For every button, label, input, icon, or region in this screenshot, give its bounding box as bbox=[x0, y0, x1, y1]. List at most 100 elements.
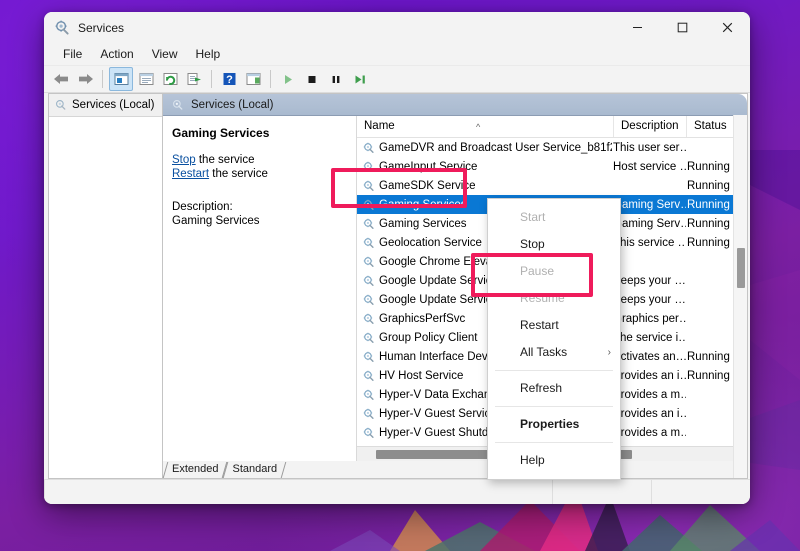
show-hide-action-pane-button[interactable] bbox=[242, 68, 264, 90]
service-name-label: Gaming Services bbox=[379, 218, 467, 230]
submenu-chevron-icon: › bbox=[608, 339, 611, 366]
context-menu-item-label: Refresh bbox=[520, 381, 562, 395]
cell-description: Graphics per… bbox=[612, 313, 686, 325]
cell-description: Provides an i… bbox=[612, 370, 686, 382]
service-gear-icon bbox=[363, 161, 375, 173]
status-bar-main-segment bbox=[44, 480, 552, 504]
service-gear-icon bbox=[363, 427, 375, 439]
detail-gap bbox=[172, 182, 347, 201]
vertical-scrollbar-thumb[interactable] bbox=[737, 248, 745, 288]
menu-help[interactable]: Help bbox=[187, 45, 230, 63]
window-title: Services bbox=[78, 21, 124, 35]
menu-bar: File Action View Help bbox=[44, 43, 750, 66]
detail-description-text: Gaming Services bbox=[172, 215, 347, 227]
service-gear-icon bbox=[363, 351, 375, 363]
context-menu-item-label: Start bbox=[520, 210, 545, 224]
minimize-button[interactable] bbox=[615, 12, 660, 43]
table-row[interactable]: GameSDK ServiceRunning bbox=[357, 176, 747, 195]
result-pane-header-label: Services (Local) bbox=[191, 99, 273, 111]
context-menu-item-pause: Pause bbox=[488, 258, 620, 285]
forward-arrow-icon bbox=[77, 72, 94, 86]
context-menu-item-stop[interactable]: Stop bbox=[488, 231, 620, 258]
back-button[interactable] bbox=[50, 68, 72, 90]
menu-action[interactable]: Action bbox=[91, 45, 142, 63]
maximize-button[interactable] bbox=[660, 12, 705, 43]
table-row[interactable]: GameInput ServiceHost service …Running bbox=[357, 157, 747, 176]
service-gear-icon bbox=[363, 180, 375, 192]
context-menu-item-start: Start bbox=[488, 204, 620, 231]
tab-extended[interactable]: Extended bbox=[165, 461, 225, 478]
context-menu-item-all-tasks[interactable]: All Tasks › bbox=[488, 339, 620, 366]
help-button[interactable]: ? bbox=[218, 68, 240, 90]
column-header-row: Name ^ Description Status bbox=[357, 116, 747, 138]
services-window: Services File Action View Help bbox=[44, 12, 750, 504]
status-bar-segment-3 bbox=[651, 480, 750, 504]
tree-root-item[interactable]: Services (Local) bbox=[49, 94, 162, 117]
service-gear-icon bbox=[363, 294, 375, 306]
service-gear-icon bbox=[363, 218, 375, 230]
table-row[interactable]: GameDVR and Broadcast User Service_b81f2… bbox=[357, 138, 747, 157]
action-pane-icon bbox=[246, 72, 261, 86]
column-header-name-label: Name bbox=[364, 120, 395, 132]
properties-icon bbox=[139, 72, 154, 86]
service-name-label: Google Chrome Elevat bbox=[379, 256, 495, 268]
menu-view[interactable]: View bbox=[143, 45, 187, 63]
cell-description: Provides a m… bbox=[612, 389, 686, 401]
context-menu-item-label: All Tasks bbox=[520, 345, 567, 359]
refresh-button[interactable] bbox=[159, 68, 181, 90]
context-menu-item-label: Resume bbox=[520, 291, 565, 305]
column-header-name[interactable]: Name ^ bbox=[357, 116, 614, 137]
context-menu-item-label: Help bbox=[520, 453, 545, 467]
service-name-label: Hyper-V Guest Shutdo bbox=[379, 427, 495, 439]
cell-description: This service … bbox=[612, 237, 686, 249]
vertical-scrollbar[interactable] bbox=[733, 115, 747, 478]
restart-service-button[interactable] bbox=[349, 68, 371, 90]
service-gear-icon bbox=[363, 408, 375, 420]
export-list-button[interactable] bbox=[183, 68, 205, 90]
service-name-label: Geolocation Service bbox=[379, 237, 482, 249]
services-gear-icon-header bbox=[172, 99, 184, 111]
stop-service-link[interactable]: Stop bbox=[172, 154, 196, 166]
forward-button[interactable] bbox=[74, 68, 96, 90]
cell-service-name: GameSDK Service bbox=[357, 180, 612, 192]
context-menu-item-resume: Resume bbox=[488, 285, 620, 312]
detail-restart-line: Restart the service bbox=[172, 168, 347, 180]
show-hide-console-tree-button[interactable] bbox=[109, 67, 133, 91]
menu-file[interactable]: File bbox=[54, 45, 91, 63]
pause-service-button[interactable] bbox=[325, 68, 347, 90]
context-menu-item-restart[interactable]: Restart bbox=[488, 312, 620, 339]
cell-description: Activates an… bbox=[612, 351, 686, 363]
service-name-label: Group Policy Client bbox=[379, 332, 477, 344]
restart-service-suffix: the service bbox=[209, 168, 268, 180]
service-gear-icon bbox=[363, 256, 375, 268]
back-arrow-icon bbox=[53, 72, 70, 86]
column-header-description[interactable]: Description bbox=[614, 116, 687, 137]
status-bar-segment-2 bbox=[552, 480, 651, 504]
toolbar-separator-3 bbox=[270, 70, 271, 88]
context-menu-item-help[interactable]: Help bbox=[488, 447, 620, 474]
minimize-icon bbox=[632, 22, 643, 33]
context-menu-item-label: Stop bbox=[520, 237, 545, 251]
start-service-button[interactable] bbox=[277, 68, 299, 90]
stop-service-button[interactable] bbox=[301, 68, 323, 90]
restart-service-link[interactable]: Restart bbox=[172, 168, 209, 180]
context-menu-item-properties[interactable]: Properties bbox=[488, 411, 620, 438]
service-name-label: HV Host Service bbox=[379, 370, 463, 382]
detail-description-label: Description: bbox=[172, 201, 347, 213]
cell-description: Keeps your … bbox=[612, 294, 686, 306]
cell-description: Provides a m… bbox=[612, 427, 686, 439]
cell-description: Gaming Serv… bbox=[612, 199, 686, 211]
service-gear-icon bbox=[363, 199, 375, 211]
pause-icon bbox=[329, 73, 343, 86]
result-pane-split: Gaming Services Stop the service Restart… bbox=[163, 116, 747, 461]
window-controls bbox=[615, 12, 750, 43]
service-gear-icon bbox=[363, 370, 375, 382]
context-menu: Start Stop Pause Resume Restart All Tasks › Ref… bbox=[487, 198, 621, 480]
context-menu-item-refresh[interactable]: Refresh bbox=[488, 375, 620, 402]
properties-button[interactable] bbox=[135, 68, 157, 90]
service-name-label: GraphicsPerfSvc bbox=[379, 313, 465, 325]
sort-ascending-caret-icon: ^ bbox=[476, 117, 480, 137]
close-button[interactable] bbox=[705, 12, 750, 43]
cell-description: This user ser… bbox=[612, 142, 686, 154]
tab-standard[interactable]: Standard bbox=[225, 461, 284, 478]
